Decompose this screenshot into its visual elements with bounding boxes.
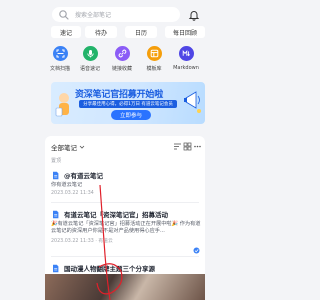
note-title: @有道云笔记 xyxy=(64,172,103,180)
banner-title: 资深笔记官招募开始啦 xyxy=(75,90,164,100)
mascot-illustration xyxy=(55,93,69,117)
chip-daily-review[interactable]: 每日回顾 xyxy=(165,26,205,38)
join-now-button[interactable]: 立即参与 xyxy=(111,110,151,120)
tool-doc-scan[interactable]: 文档扫描 xyxy=(45,46,75,72)
banner-subtitle: 分享最佳用心得，必得1万日 有道云笔记会员 xyxy=(79,100,177,108)
search-bar[interactable]: 搜索全部笔记 xyxy=(52,7,180,22)
tool-templates[interactable]: 模板库 xyxy=(139,46,169,72)
tool-markdown[interactable]: Markdown xyxy=(171,46,201,71)
document-icon xyxy=(53,171,59,179)
search-icon xyxy=(59,9,69,20)
tool-link-collect[interactable]: 链接收藏 xyxy=(107,46,137,72)
list-tools xyxy=(173,142,201,152)
scan-icon xyxy=(52,46,68,61)
tool-shortcuts: 文档扫描 语音速记 链接收藏 模板库 Markdown xyxy=(45,46,205,80)
search-placeholder: 搜索全部笔记 xyxy=(75,12,112,19)
document-icon xyxy=(53,264,59,272)
bell-icon[interactable] xyxy=(188,9,200,21)
divider xyxy=(51,256,199,257)
note-item[interactable]: @有道云笔记 你有道云笔记 2023.03.22 11:34 xyxy=(51,170,201,196)
pinned-section-label: 置顶 xyxy=(51,158,62,164)
note-item[interactable]: 有道云笔记「资深笔记官」招募活动 🎉有道云笔记「资深笔记官」招募活动正在开展中啦… xyxy=(51,209,201,244)
note-thumbnail-image xyxy=(45,274,205,300)
note-preview: 🎉有道云笔记「资深笔记官」招募活动正在开展中啦🎉 作为有道云笔记的资深用户你是不… xyxy=(51,221,201,234)
markdown-icon xyxy=(178,46,194,61)
chip-calendar[interactable]: 日历 xyxy=(125,26,157,38)
chip-todo[interactable]: 待办 xyxy=(85,26,117,38)
chip-quick-note[interactable]: 速记 xyxy=(51,26,81,38)
note-meta: 2023.03.22 11:33 · 有道云 xyxy=(51,239,113,244)
note-meta: 2023.03.22 11:34 xyxy=(51,191,94,196)
mic-icon xyxy=(82,46,98,61)
notes-filter[interactable]: 全部笔记 xyxy=(51,142,85,152)
list-view-icon[interactable] xyxy=(183,142,192,151)
chevron-down-icon xyxy=(79,145,85,149)
promo-banner[interactable]: 资深笔记官招募开始啦 分享最佳用心得，必得1万日 有道云笔记会员 立即参与 xyxy=(51,82,205,124)
document-icon xyxy=(53,210,59,218)
annotation-drawing xyxy=(96,185,123,300)
note-item[interactable]: 国动漫人物翻牌主题三个分享源 xyxy=(51,263,201,273)
notes-heading: 全部笔记 xyxy=(51,144,77,152)
megaphone-illustration xyxy=(184,91,201,113)
link-icon xyxy=(114,46,130,61)
divider xyxy=(51,202,199,203)
notes-app: 搜索全部笔记 速记 待办 日历 每日回顾 文档扫描 语音速记 链接收藏 模板库 … xyxy=(0,0,250,300)
tool-voice-note[interactable]: 语音速记 xyxy=(75,46,105,72)
shared-icon xyxy=(193,247,200,254)
template-icon xyxy=(146,46,162,61)
top-bar: 搜索全部笔记 xyxy=(0,0,250,26)
sort-icon[interactable] xyxy=(173,142,182,151)
quick-chips: 速记 待办 日历 每日回顾 xyxy=(45,26,245,40)
more-icon[interactable] xyxy=(193,142,202,151)
note-preview: 你有道云笔记 xyxy=(51,182,83,188)
